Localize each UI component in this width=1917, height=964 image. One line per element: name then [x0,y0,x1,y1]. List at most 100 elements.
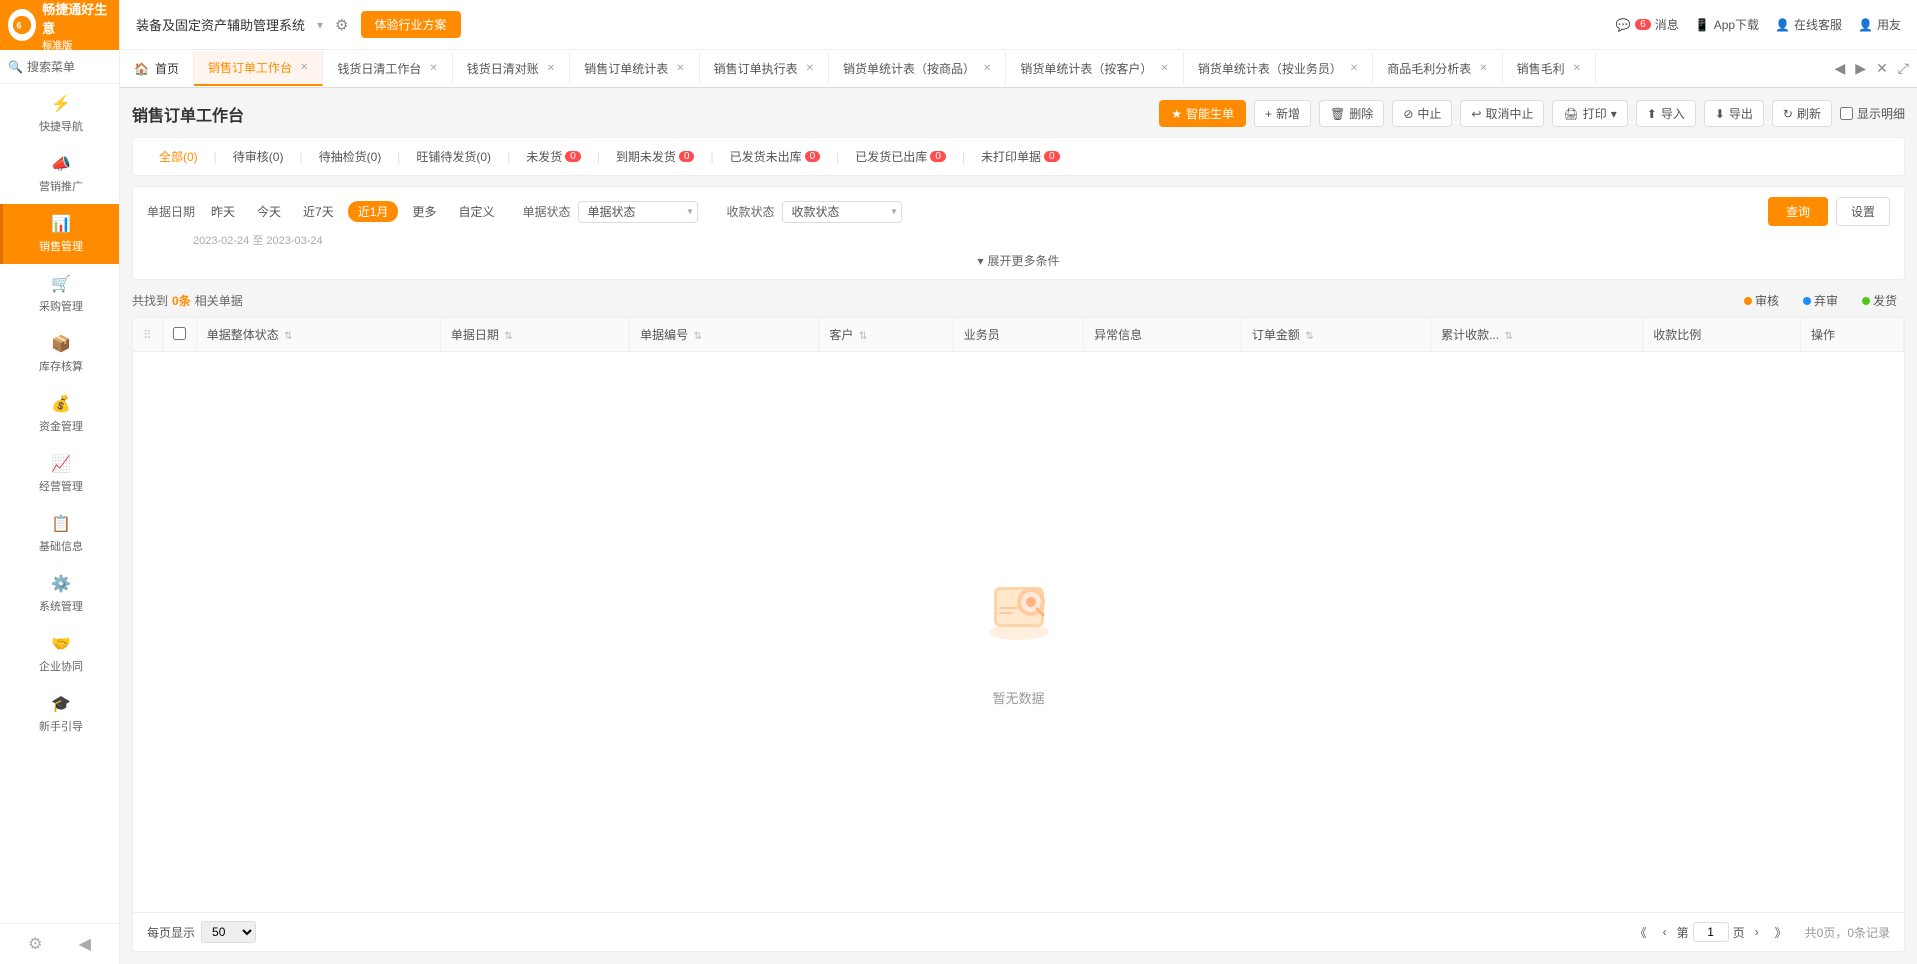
last-page-btn[interactable]: 》 [1769,922,1793,943]
sort-icon[interactable]: ⇅ [859,331,867,342]
unreviewed-action-btn[interactable]: 弃审 [1795,290,1846,311]
sidebar-item-marketing[interactable]: 📣 营销推广 [0,144,119,204]
sidebar-item-basic-info[interactable]: 📋 基础信息 [0,504,119,564]
message-btn[interactable]: 💬 6 消息 [1616,16,1679,33]
tab-sales-more[interactable]: 销售毛利 ✕ [1503,52,1596,85]
print-btn[interactable]: 🖨 打印 ▾ [1552,100,1627,127]
tab-close-sales-sum-staff[interactable]: ✕ [1350,63,1358,74]
tab-sales-stats[interactable]: 销售订单统计表 ✕ [570,52,699,85]
tab-close-product-margin[interactable]: ✕ [1479,63,1487,74]
sidebar-item-collab[interactable]: 🤝 企业协同 [0,624,119,684]
export-btn[interactable]: ⬇ 导出 [1704,100,1764,127]
show-detail-checkbox[interactable] [1840,107,1853,120]
expand-conditions-btn[interactable]: ▾ 展开更多条件 [147,252,1890,269]
settings-icon[interactable]: ⚙ [28,934,42,954]
ship-action-btn[interactable]: 发货 [1854,290,1905,311]
tab-close-sales-exec[interactable]: ✕ [806,63,814,74]
page-size-select[interactable]: 50 10 20 100 [201,921,256,943]
filter-setting-btn[interactable]: 设置 [1836,197,1890,226]
tab-close-sales-workbench[interactable]: ✕ [300,62,308,73]
tab-next-btn[interactable]: ▶ [1851,58,1870,79]
sub-tab-all[interactable]: 全部(0) [145,144,212,169]
date-7days[interactable]: 近7天 [295,201,342,222]
sort-icon[interactable]: ⇅ [1504,331,1512,342]
experience-button[interactable]: 体验行业方案 [361,11,461,38]
sub-tab-not-printed[interactable]: 未打印单据 0 [967,144,1074,169]
tab-cash-daily[interactable]: 钱货日清工作台 ✕ [323,52,452,85]
sub-tab-shipped-not-out[interactable]: 已发货未出库 0 [716,144,835,169]
import-btn[interactable]: ⬆ 导入 [1636,100,1696,127]
sub-tab-overdue[interactable]: 到期未发货 0 [602,144,709,169]
first-page-btn[interactable]: 《 [1629,922,1653,943]
page-input[interactable] [1693,922,1729,942]
sidebar-item-label: 系统管理 [39,598,83,614]
tab-sales-sum-customer[interactable]: 销货单统计表（按客户） ✕ [1006,52,1183,85]
refresh-btn[interactable]: ↻ 刷新 [1772,100,1832,127]
prev-page-btn[interactable]: ‹ [1657,923,1673,941]
next-page-btn[interactable]: › [1749,923,1765,941]
sub-tab-wangpu[interactable]: 旺铺待发货(0) [402,144,505,169]
sidebar-item-quick-nav[interactable]: ⚡ 快捷导航 [0,84,119,144]
tab-home[interactable]: 🏠 首页 [120,52,194,85]
import-label: 导入 [1661,105,1685,122]
stop-btn[interactable]: ⊘ 中止 [1392,100,1452,127]
date-custom[interactable]: 自定义 [450,201,502,222]
sub-tab-pending-inspect[interactable]: 待抽检货(0) [305,144,396,169]
tab-close-sales-more[interactable]: ✕ [1573,63,1581,74]
tab-sales-workbench[interactable]: 销售订单工作台 ✕ [194,51,323,86]
date-more[interactable]: 更多 [404,201,444,222]
tab-expand-btn[interactable]: ⤢ [1894,58,1913,79]
search-menu-item[interactable]: 🔍 搜索菜单 [0,50,119,84]
sort-icon[interactable]: ⇅ [693,331,701,342]
sort-icon[interactable]: ⇅ [1305,331,1313,342]
sidebar-item-inventory[interactable]: 📦 库存核算 [0,324,119,384]
sidebar-item-sales[interactable]: 📊 销售管理 [0,204,119,264]
tab-sales-sum-product[interactable]: 销货单统计表（按商品） ✕ [829,52,1006,85]
sidebar-item-system[interactable]: ⚙️ 系统管理 [0,564,119,624]
sub-tab-not-shipped[interactable]: 未发货 0 [512,144,595,169]
tab-close-sales-stats[interactable]: ✕ [676,63,684,74]
tab-sales-sum-staff[interactable]: 销货单统计表（按业务员） ✕ [1184,52,1373,85]
table-scroll-area[interactable]: ⠿ 单据整体状态 ⇅ 单据日期 ⇅ [133,318,1904,352]
sub-tab-shipped-out[interactable]: 已发货已出库 0 [841,144,960,169]
settings-header-icon[interactable]: ⚙ [335,16,348,34]
plus-icon: + [1265,107,1272,121]
tab-close-cash-reconcile[interactable]: ✕ [547,63,555,74]
online-service-btn[interactable]: 👤 在线客服 [1775,16,1842,33]
review-action-btn[interactable]: 审核 [1736,290,1787,311]
sidebar-item-finance[interactable]: 💰 资金管理 [0,384,119,444]
sales-icon: 📊 [51,214,71,234]
tab-close-sales-sum-product[interactable]: ✕ [983,63,991,74]
tab-close-cash-daily[interactable]: ✕ [429,63,437,74]
date-today[interactable]: 今天 [249,201,289,222]
sidebar-item-guide[interactable]: 🎓 新手引导 [0,684,119,744]
status-select[interactable]: 单据状态 [578,201,698,223]
filter-action-btns: 查询 设置 [1768,197,1890,226]
sort-icon[interactable]: ⇅ [504,331,512,342]
dropdown-icon[interactable]: ▾ [317,18,323,32]
delete-btn[interactable]: 🗑 删除 [1319,100,1384,127]
date-yesterday[interactable]: 昨天 [203,201,243,222]
tab-close-all-btn[interactable]: ✕ [1872,58,1892,79]
tab-close-sales-sum-customer[interactable]: ✕ [1160,63,1168,74]
sidebar-item-operations[interactable]: 📈 经营管理 [0,444,119,504]
sort-icon[interactable]: ⇅ [284,331,292,342]
tab-prev-btn[interactable]: ◀ [1831,58,1850,79]
cancel-stop-btn[interactable]: ↩ 取消中止 [1460,100,1544,127]
show-detail-toggle[interactable]: 显示明细 [1840,105,1905,122]
app-download-btn[interactable]: 📱 App下载 [1695,16,1759,33]
search-btn[interactable]: 查询 [1768,197,1828,226]
sub-tab-pending-review[interactable]: 待审核(0) [219,144,298,169]
tab-cash-reconcile[interactable]: 钱货日清对账 ✕ [453,52,570,85]
payment-select[interactable]: 收款状态 [782,201,902,223]
smart-create-btn[interactable]: ★ 智能生单 [1159,100,1246,127]
sidebar-item-purchase[interactable]: 🛒 采购管理 [0,264,119,324]
date-1month[interactable]: 近1月 [348,201,399,222]
collapse-icon[interactable]: ◀ [79,934,91,954]
new-btn[interactable]: + 新增 [1254,100,1311,127]
tab-product-margin[interactable]: 商品毛利分析表 ✕ [1373,52,1502,85]
tab-sales-exec[interactable]: 销售订单执行表 ✕ [700,52,829,85]
user-btn[interactable]: 👤 用友 [1858,16,1901,33]
select-all-checkbox[interactable] [173,327,186,340]
export-label: 导出 [1729,105,1753,122]
